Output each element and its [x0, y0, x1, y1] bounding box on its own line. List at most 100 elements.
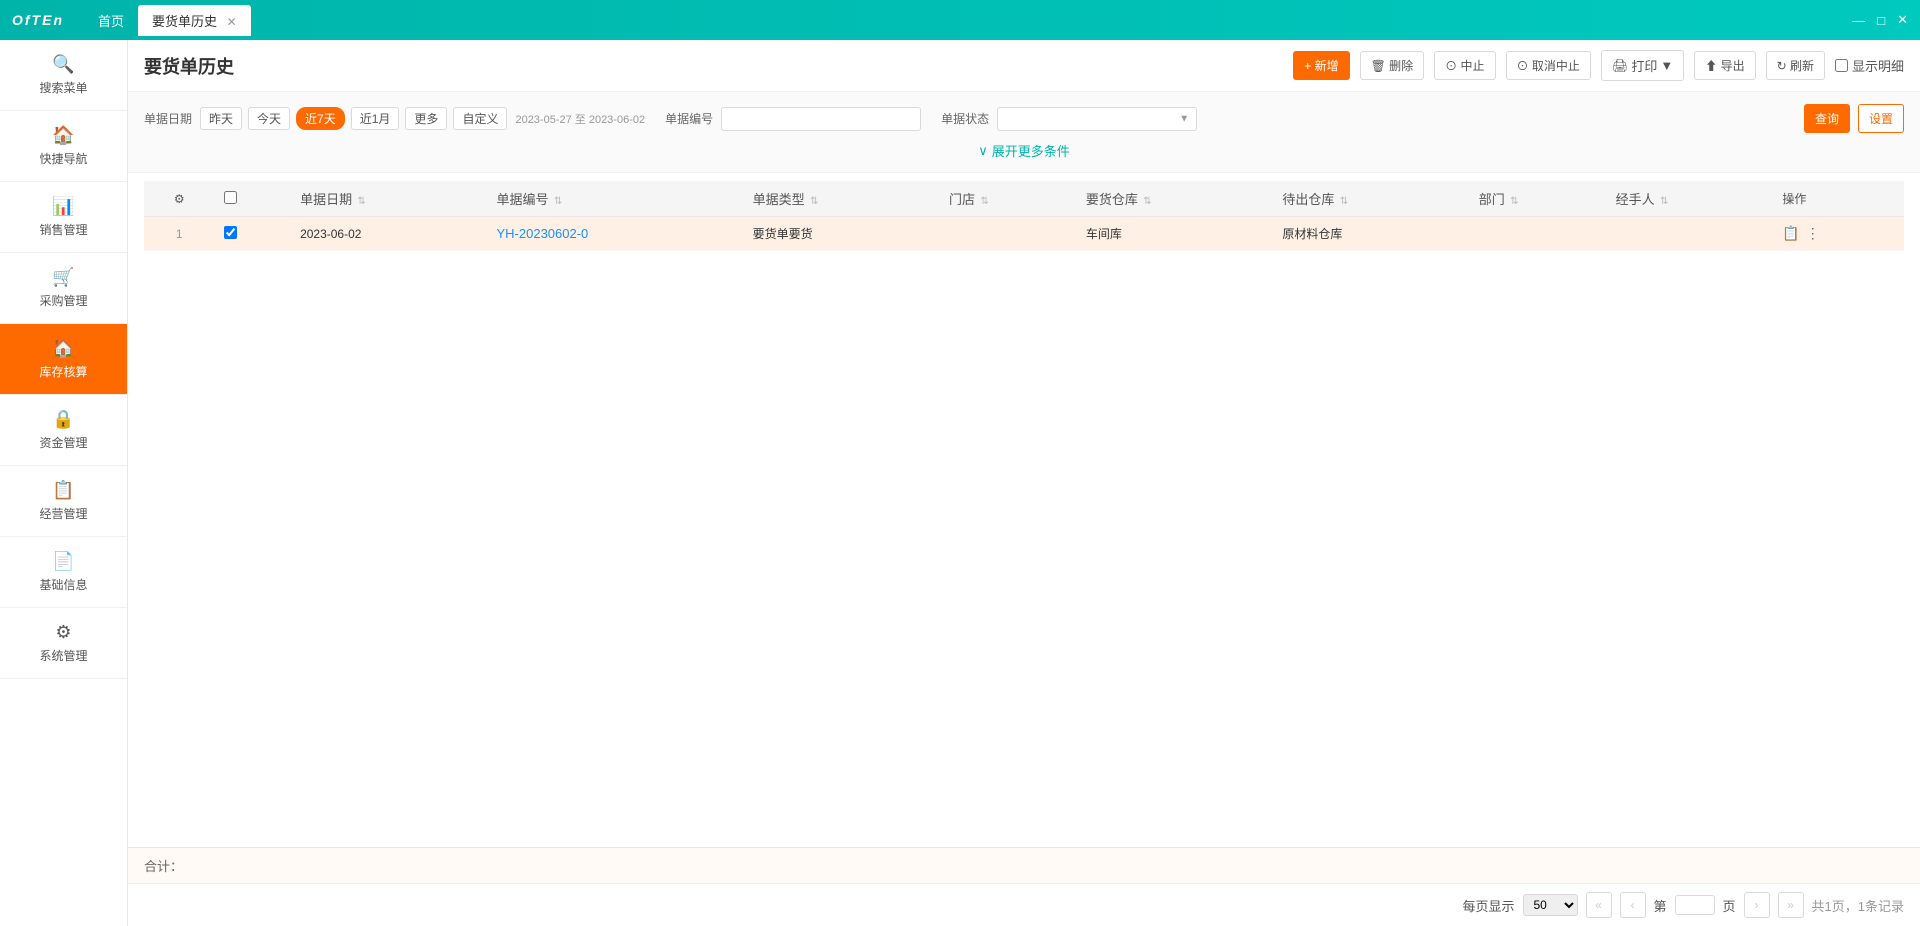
date-btn-last-month[interactable]: 近1月: [351, 107, 400, 130]
sidebar-item-label: 系统管理: [39, 647, 87, 664]
col-handler[interactable]: 经手人 ⇅: [1606, 181, 1773, 217]
first-page-button[interactable]: «: [1586, 892, 1612, 918]
sidebar: 🔍 搜索菜单 🏠 快捷导航 📊 销售管理 🛒 采购管理 🏠 库存核算 🔒 资金管…: [0, 40, 128, 926]
row-dept: [1469, 217, 1606, 251]
sort-icon-store: ⇅: [980, 196, 988, 207]
last-page-button[interactable]: »: [1778, 892, 1804, 918]
col-pending-warehouse[interactable]: 待出仓库 ⇅: [1272, 181, 1468, 217]
table-area: ⚙ 单据日期 ⇅ 单据编号 ⇅ 单据类型: [128, 173, 1920, 847]
app-logo: OfTEn: [12, 12, 64, 28]
stop-button[interactable]: ⊙ 中止: [1434, 51, 1495, 80]
col-store[interactable]: 门店 ⇅: [939, 181, 1076, 217]
col-settings[interactable]: ⚙: [144, 181, 214, 217]
doc-number-input[interactable]: [721, 107, 921, 131]
show-detail-checkbox[interactable]: [1835, 59, 1848, 72]
date-btn-today[interactable]: 今天: [248, 107, 290, 130]
data-table: ⚙ 单据日期 ⇅ 单据编号 ⇅ 单据类型: [144, 181, 1904, 251]
date-btn-more[interactable]: 更多: [405, 107, 447, 130]
new-button[interactable]: + 新增: [1293, 51, 1349, 80]
total-info: 共1页，1条记录: [1812, 896, 1904, 915]
next-page-button[interactable]: ›: [1744, 892, 1770, 918]
refresh-button[interactable]: ↻ 刷新: [1766, 51, 1825, 80]
col-req-warehouse[interactable]: 要货仓库 ⇅: [1076, 181, 1272, 217]
window-maximize-icon[interactable]: □: [1877, 13, 1885, 28]
sort-icon-doc-date: ⇅: [357, 196, 365, 207]
tab-home[interactable]: 首页: [84, 5, 138, 36]
expand-more-button[interactable]: ∨ 展开更多条件: [144, 141, 1904, 160]
page-number-input[interactable]: 1: [1675, 895, 1715, 915]
inventory-icon: 🏠: [52, 338, 74, 359]
col-doc-date[interactable]: 单据日期 ⇅: [290, 181, 486, 217]
sort-icon-dept: ⇅: [1510, 196, 1518, 207]
sidebar-item-purchase-mgmt[interactable]: 🛒 采购管理: [0, 253, 127, 324]
show-detail-checkbox-label[interactable]: 显示明细: [1835, 56, 1904, 75]
sidebar-item-basic-info[interactable]: 📄 基础信息: [0, 537, 127, 608]
action-buttons: 📋 ⋮: [1782, 225, 1894, 242]
tab-close-icon[interactable]: ✕: [227, 15, 237, 29]
doc-status-select[interactable]: [997, 107, 1197, 131]
row-edit-icon[interactable]: 📋: [1782, 225, 1799, 242]
sidebar-item-ops-mgmt[interactable]: 📋 经营管理: [0, 466, 127, 537]
finance-mgmt-icon: 🔒: [52, 409, 74, 430]
basic-info-icon: 📄: [52, 551, 74, 572]
row-more-icon[interactable]: ⋮: [1806, 225, 1820, 242]
date-range-display: 2023-05-27 至 2023-06-02: [515, 111, 645, 127]
row-handler: [1606, 217, 1773, 251]
page-size-select[interactable]: 50 10 20 100: [1523, 894, 1578, 916]
row-store: [939, 217, 1076, 251]
row-doc-number: YH-20230602-0: [487, 217, 743, 251]
col-doc-type[interactable]: 单据类型 ⇅: [743, 181, 939, 217]
sidebar-item-label: 销售管理: [39, 221, 87, 238]
date-btn-last7days[interactable]: 近7天: [296, 107, 345, 130]
col-action: 操作: [1772, 181, 1904, 217]
print-icon: 🖨: [1612, 58, 1629, 74]
filter-row-1: 单据日期 昨天 今天 近7天 近1月 更多 自定义 2023-05-27 至 2…: [144, 104, 1904, 133]
sort-icon-handler: ⇅: [1660, 196, 1668, 207]
sidebar-item-inventory[interactable]: 🏠 库存核算: [0, 324, 127, 395]
export-button[interactable]: ⬆ 导出: [1694, 51, 1755, 80]
sort-icon-doc-type: ⇅: [810, 196, 818, 207]
top-bar-actions: — □ ✕: [1852, 12, 1908, 28]
row-pending-warehouse: 原材料仓库: [1272, 217, 1468, 251]
doc-status-select-wrapper: [997, 107, 1197, 131]
select-all-checkbox[interactable]: [224, 191, 237, 204]
table-row[interactable]: 1 2023-06-02 YH-20230602-0 要货单要货 车间库 原材料…: [144, 217, 1904, 251]
sidebar-item-sales-mgmt[interactable]: 📊 销售管理: [0, 182, 127, 253]
prev-page-button[interactable]: ‹: [1620, 892, 1646, 918]
search-menu-icon: 🔍: [52, 54, 74, 75]
purchase-mgmt-icon: 🛒: [52, 267, 74, 288]
row-checkbox[interactable]: [224, 226, 237, 239]
row-checkbox-cell: [214, 217, 290, 251]
sidebar-item-sys-mgmt[interactable]: ⚙ 系统管理: [0, 608, 127, 679]
table-header-row: ⚙ 单据日期 ⇅ 单据编号 ⇅ 单据类型: [144, 181, 1904, 217]
settings-button[interactable]: 设置: [1858, 104, 1904, 133]
window-minimize-icon[interactable]: —: [1852, 13, 1865, 28]
date-filter-label: 单据日期: [144, 110, 192, 127]
query-button[interactable]: 查询: [1804, 104, 1850, 133]
sales-mgmt-icon: 📊: [52, 196, 74, 217]
footer-summary: 合计：: [128, 847, 1920, 883]
sidebar-item-quick-nav[interactable]: 🏠 快捷导航: [0, 111, 127, 182]
tab-requisition-history[interactable]: 要货单历史 ✕: [138, 5, 251, 36]
print-dropdown-icon[interactable]: ▼: [1660, 58, 1673, 73]
date-btn-custom[interactable]: 自定义: [453, 107, 507, 130]
sidebar-item-search-menu[interactable]: 🔍 搜索菜单: [0, 40, 127, 111]
window-close-icon[interactable]: ✕: [1897, 12, 1908, 28]
col-dept[interactable]: 部门 ⇅: [1469, 181, 1606, 217]
print-button[interactable]: 🖨 🖨 打印 打印 ▼: [1601, 50, 1684, 81]
doc-status-label: 单据状态: [941, 110, 989, 127]
col-checkbox: [214, 181, 290, 217]
cancel-stop-button[interactable]: ⊙ 取消中止: [1506, 51, 1591, 80]
sidebar-item-finance-mgmt[interactable]: 🔒 资金管理: [0, 395, 127, 466]
main-layout: 🔍 搜索菜单 🏠 快捷导航 📊 销售管理 🛒 采购管理 🏠 库存核算 🔒 资金管…: [0, 40, 1920, 926]
doc-number-link[interactable]: YH-20230602-0: [497, 226, 589, 241]
date-btn-yesterday[interactable]: 昨天: [200, 107, 242, 130]
quick-nav-icon: 🏠: [52, 125, 74, 146]
date-filter-group: 单据日期 昨天 今天 近7天 近1月 更多 自定义 2023-05-27 至 2…: [144, 107, 645, 130]
sidebar-item-label: 采购管理: [39, 292, 87, 309]
sidebar-item-label: 搜索菜单: [39, 79, 87, 96]
content-area: 要货单历史 + 新增 🗑 删除 ⊙ 中止 ⊙ 取消中止 🖨 🖨 打印 打印 ▼ …: [128, 40, 1920, 926]
sort-icon-req-warehouse: ⇅: [1143, 196, 1151, 207]
delete-button[interactable]: 🗑 删除: [1360, 51, 1425, 80]
col-doc-number[interactable]: 单据编号 ⇅: [487, 181, 743, 217]
